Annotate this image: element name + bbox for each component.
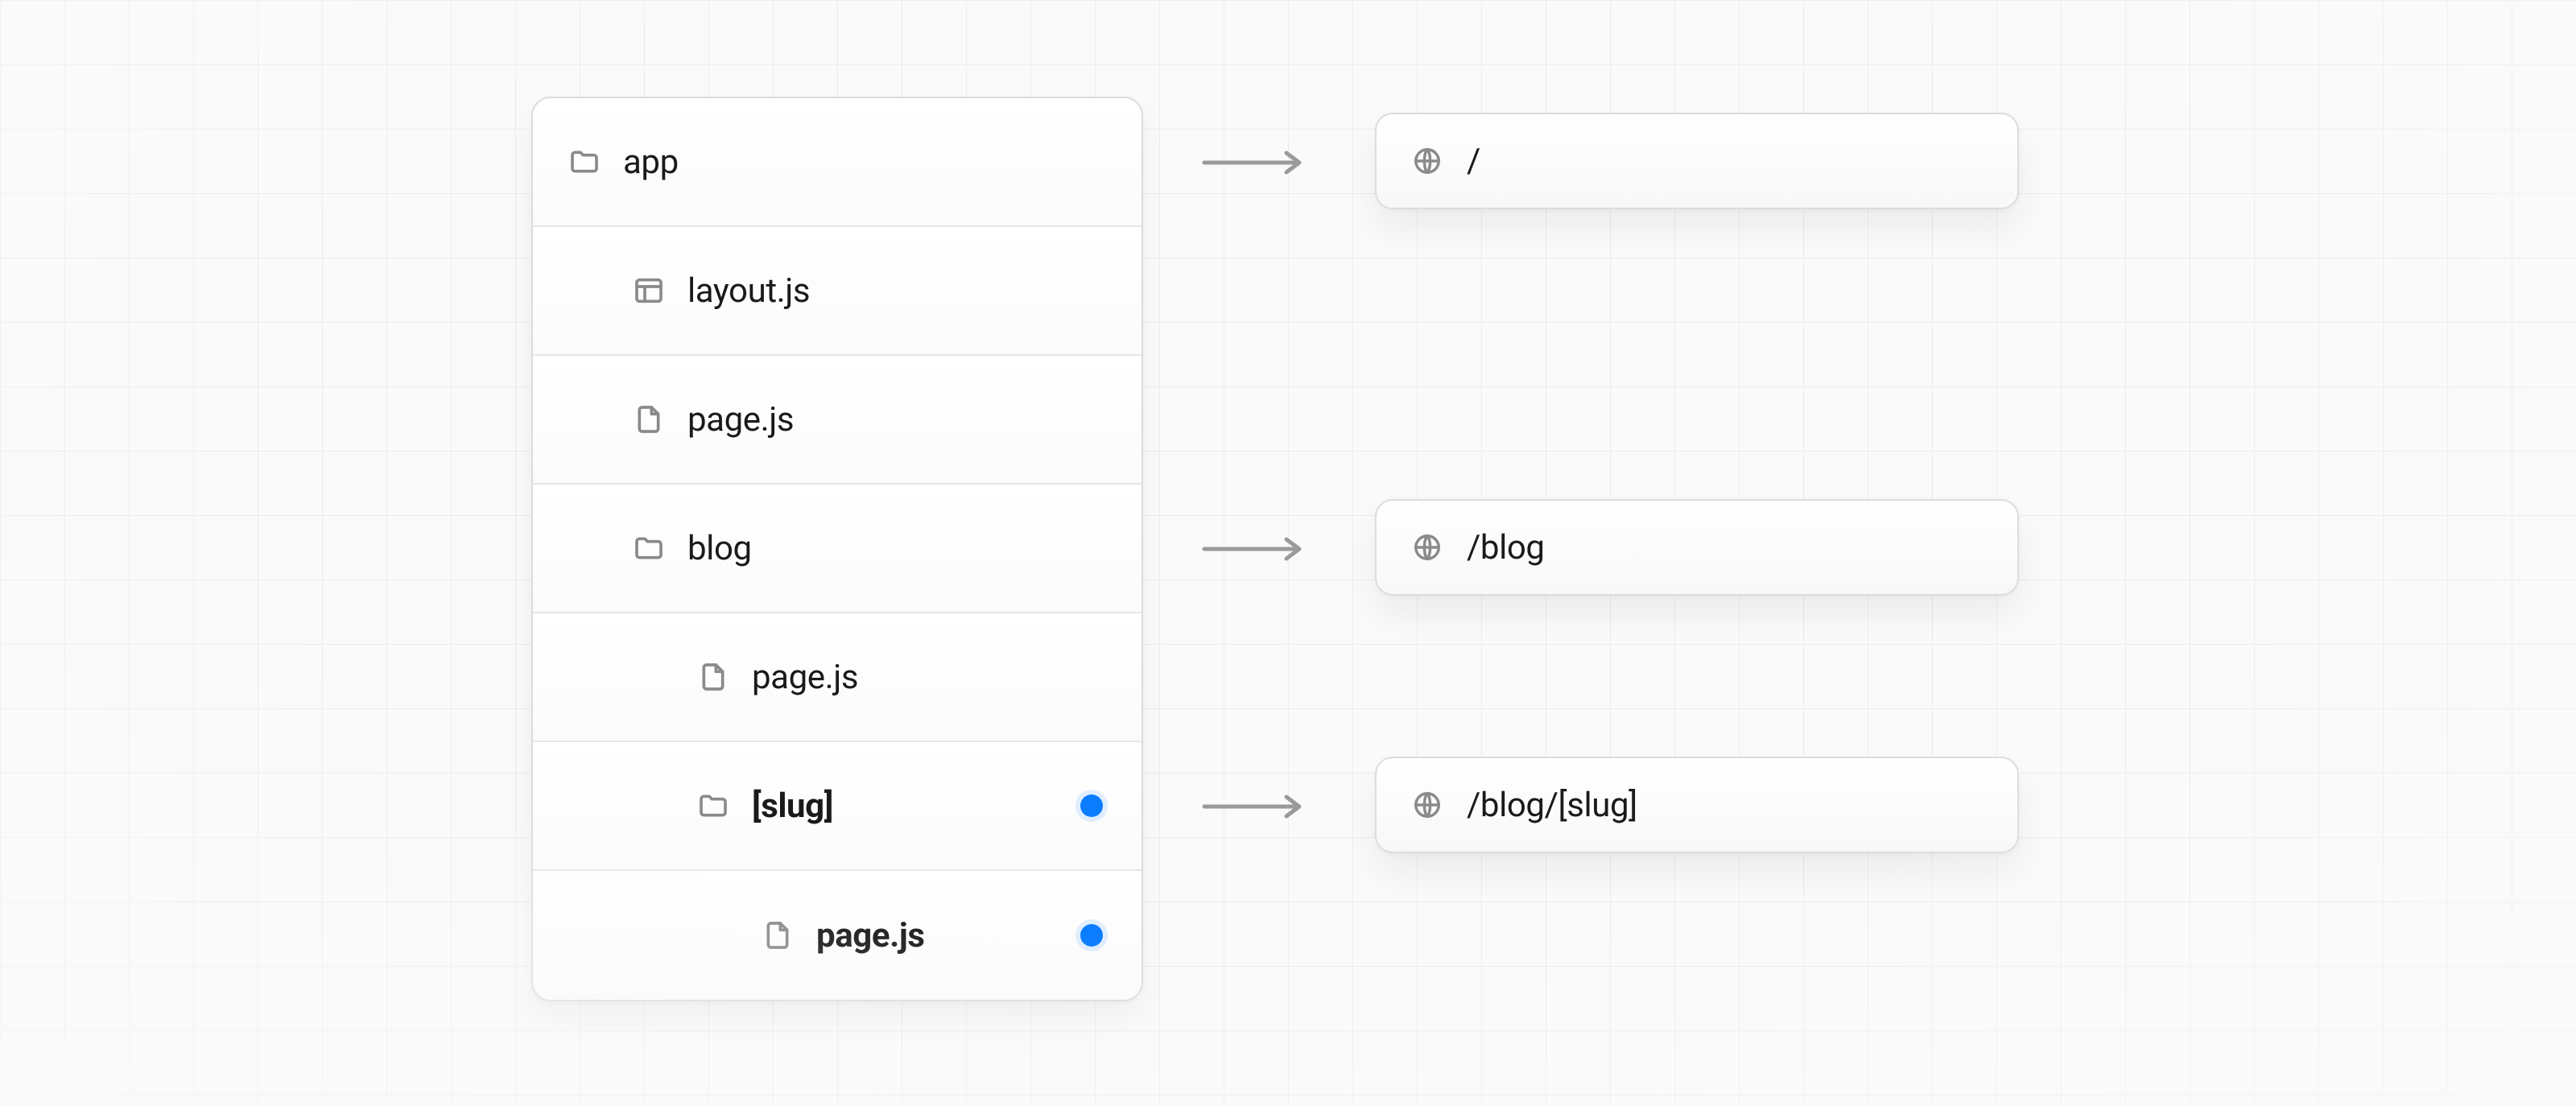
tree-row-label: page.js (752, 658, 858, 697)
folder-icon (568, 146, 601, 178)
arrow-right-icon (1199, 147, 1312, 179)
highlight-dot-icon (1080, 794, 1103, 817)
layout-icon (633, 274, 665, 307)
tree-row-label: app (623, 142, 679, 182)
diagram-stage: app layout.js page.js blog page.js (0, 0, 2576, 1106)
tree-row-page-root: page.js (533, 356, 1141, 485)
file-icon (697, 661, 729, 693)
globe-icon (1412, 146, 1443, 176)
url-path-label: /blog (1467, 528, 1545, 567)
file-tree-panel: app layout.js page.js blog page.js (531, 97, 1143, 1001)
globe-icon (1412, 790, 1443, 820)
arrow-right-icon (1199, 533, 1312, 565)
tree-row-page-slug: page.js (533, 871, 1141, 1000)
tree-row-label: layout.js (687, 271, 810, 311)
url-pill-root: / (1375, 113, 2019, 209)
tree-row-label: page.js (687, 400, 794, 440)
tree-row-slug: [slug] (533, 742, 1141, 871)
url-pill-blog: /blog (1375, 499, 2019, 596)
folder-icon (697, 790, 729, 822)
tree-row-layout: layout.js (533, 227, 1141, 356)
url-pill-slug: /blog/[slug] (1375, 757, 2019, 853)
tree-row-app: app (533, 98, 1141, 227)
highlight-dot-icon (1080, 924, 1103, 947)
tree-row-label: [slug] (752, 786, 833, 826)
tree-row-blog: blog (533, 485, 1141, 613)
file-icon (762, 919, 794, 951)
file-icon (633, 403, 665, 435)
folder-icon (633, 532, 665, 564)
tree-row-page-blog: page.js (533, 613, 1141, 742)
tree-row-label: blog (687, 529, 752, 568)
globe-icon (1412, 532, 1443, 563)
url-path-label: / (1467, 142, 1480, 181)
url-path-label: /blog/[slug] (1467, 786, 1637, 825)
arrow-right-icon (1199, 790, 1312, 823)
tree-row-label: page.js (816, 916, 925, 955)
